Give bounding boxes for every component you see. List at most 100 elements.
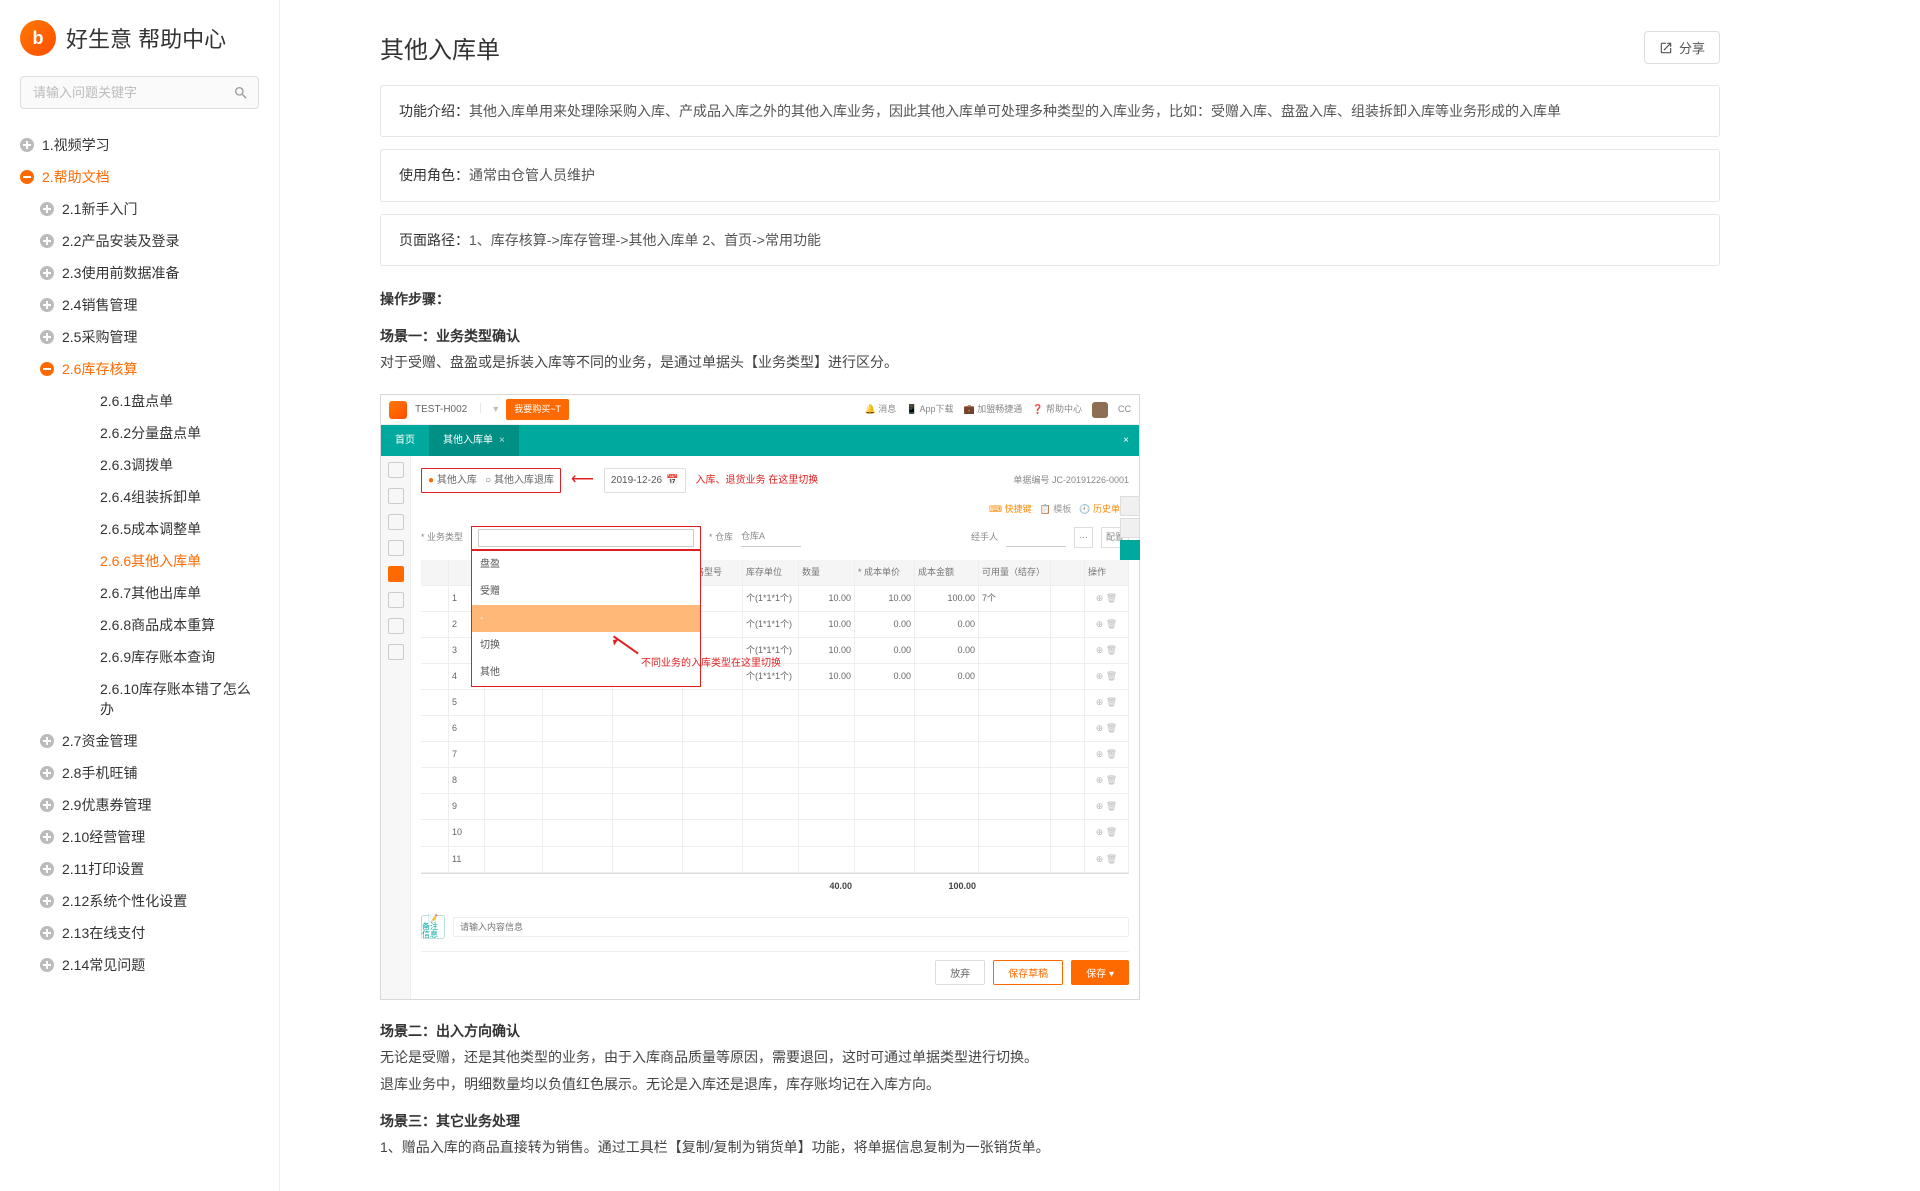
plus-icon [40, 298, 54, 312]
ss-iconbar-icon[interactable] [388, 462, 404, 478]
nav-item-2-7[interactable]: 2.7资金管理 [40, 725, 259, 757]
ss-table-totals: 40.00 100.00 [421, 873, 1129, 899]
ss-top-app[interactable]: 📱 App下载 [906, 401, 953, 418]
intro-text: 其他入库单用来处理除采购入库、产成品入库之外的其他入库业务，因此其他入库单可处理… [469, 103, 1561, 119]
ss-filter-more[interactable]: ··· [1074, 527, 1093, 548]
nav-label: 2.10经营管理 [62, 827, 145, 847]
ss-filter-person-input[interactable] [1006, 528, 1066, 546]
ss-rightbar-icon[interactable] [1120, 540, 1140, 560]
ss-biz-type-dropdown[interactable]: 盘盈 受赠 - 切换 其他 [471, 526, 701, 550]
nav-label: 2.9优惠券管理 [62, 795, 151, 815]
nav-item-2-4[interactable]: 2.4销售管理 [40, 289, 259, 321]
ss-tab-home[interactable]: 首页 [381, 425, 429, 456]
ss-iconbar-icon[interactable] [388, 592, 404, 608]
ss-tabs-close-all[interactable]: × [1113, 425, 1139, 456]
nav-leaf-2-6-6[interactable]: 2.6.6其他入库单 [60, 545, 259, 577]
plus-icon [40, 766, 54, 780]
ss-annotation-1: 入库、退货业务 在这里切换 [696, 471, 819, 490]
nav-label: 2.3使用前数据准备 [62, 263, 179, 283]
close-icon[interactable]: × [499, 435, 505, 446]
ss-content: ● 其他入库 ○ 其他入库退库 ⟵ 2019-12-26 📅 入库、退货业务 在… [411, 456, 1139, 999]
nav-item-2-10[interactable]: 2.10经营管理 [40, 821, 259, 853]
share-icon [1659, 41, 1673, 55]
nav-label: 2.1新手入门 [62, 199, 137, 219]
path-text: 1、库存核算->库存管理->其他入库单 2、首页->常用功能 [469, 232, 821, 248]
nav-item-2-3[interactable]: 2.3使用前数据准备 [40, 257, 259, 289]
ss-doc-type-toggle[interactable]: ● 其他入库 ○ 其他入库退库 [421, 468, 561, 493]
nav-item-2-11[interactable]: 2.11打印设置 [40, 853, 259, 885]
nav-item-video[interactable]: 1.视频学习 [20, 129, 259, 161]
role-text: 通常由仓管人员维护 [469, 167, 595, 183]
ss-annotation-2: 不同业务的入库类型在这里切换 [641, 654, 781, 673]
nav-item-2-13[interactable]: 2.13在线支付 [40, 917, 259, 949]
ss-iconbar-icon[interactable] [388, 488, 404, 504]
scene2-body2: 退库业务中，明细数量均以负值红色展示。无论是入库还是退库，库存账均记在入库方向。 [380, 1071, 1720, 1098]
ss-discard-button[interactable]: 放弃 [935, 960, 985, 985]
ss-top-msg[interactable]: 🔔 消息 [865, 401, 897, 418]
brand: b 好生意 帮助中心 [20, 20, 259, 56]
ss-draft-button[interactable]: 保存草稿 [993, 960, 1063, 985]
nav-leaf-2-6-2[interactable]: 2.6.2分量盘点单 [60, 417, 259, 449]
scene2-body1: 无论是受赠，还是其他类型的业务，由于入库商品质量等原因，需要退回，这时可通过单据… [380, 1044, 1720, 1071]
nav-leaf-2-6-5[interactable]: 2.6.5成本调整单 [60, 513, 259, 545]
plus-icon [40, 894, 54, 908]
nav-leaf-2-6-7[interactable]: 2.6.7其他出库单 [60, 577, 259, 609]
nav-item-2-14[interactable]: 2.14常见问题 [40, 949, 259, 981]
nav-label: 2.7资金管理 [62, 731, 137, 751]
table-row[interactable]: 9⊕ 🗑 [421, 794, 1129, 820]
ss-link-fast[interactable]: ⌨ 快捷键 [989, 501, 1032, 518]
arrow-icon [611, 634, 641, 664]
search-input[interactable] [20, 76, 259, 109]
ss-remark-input[interactable] [453, 917, 1129, 937]
nav-item-2-1[interactable]: 2.1新手入门 [40, 193, 259, 225]
nav-item-2-5[interactable]: 2.5采购管理 [40, 321, 259, 353]
ss-rightbar-icon[interactable] [1120, 518, 1140, 538]
nav-item-2-2[interactable]: 2.2产品安装及登录 [40, 225, 259, 257]
brand-logo-icon: b [20, 20, 56, 56]
ss-biz-opt[interactable]: 盘盈 [472, 551, 700, 578]
ss-biz-opt[interactable]: 受赠 [472, 578, 700, 605]
ss-iconbar-icon[interactable] [388, 514, 404, 530]
ss-iconbar-icon[interactable] [388, 540, 404, 556]
ss-iconbar-icon[interactable] [388, 644, 404, 660]
nav-leaf-2-6-8[interactable]: 2.6.8商品成本重算 [60, 609, 259, 641]
table-row[interactable]: 10⊕ 🗑 [421, 820, 1129, 846]
ss-iconbar-icon[interactable] [388, 566, 404, 582]
nav-item-2-12[interactable]: 2.12系统个性化设置 [40, 885, 259, 917]
ss-link-tpl[interactable]: 📋 模板 [1040, 501, 1072, 518]
nav-leaf-2-6-4[interactable]: 2.6.4组装拆卸单 [60, 481, 259, 513]
nav-item-2-8[interactable]: 2.8手机旺铺 [40, 757, 259, 789]
ss-biz-type-input[interactable] [478, 529, 694, 547]
ss-save-button[interactable]: 保存 ▾ [1071, 960, 1129, 985]
ss-top-biz[interactable]: 💼 加盟畅捷通 [964, 401, 1023, 418]
ss-filter-wh-value[interactable]: 仓库A [741, 528, 801, 546]
table-row[interactable]: 11⊕ 🗑 [421, 847, 1129, 873]
page-title: 其他入库单 [380, 30, 500, 65]
ss-avatar-icon[interactable] [1092, 402, 1108, 418]
table-row[interactable]: 6⊕ 🗑 [421, 716, 1129, 742]
nav-label: 2.5采购管理 [62, 327, 137, 347]
nav-leaf-2-6-1[interactable]: 2.6.1盘点单 [60, 385, 259, 417]
nav-label: 2.帮助文档 [42, 167, 110, 187]
table-row[interactable]: 7⊕ 🗑 [421, 742, 1129, 768]
nav-item-docs[interactable]: 2.帮助文档 [20, 161, 259, 193]
nav-label: 2.13在线支付 [62, 923, 145, 943]
ss-order-no: 单据编号 JC-20191226-0001 [1013, 472, 1129, 489]
scene3-title: 场景三：其它业务处理 [380, 1113, 520, 1129]
ss-rightbar-icon[interactable] [1120, 496, 1140, 516]
ss-trial-button[interactable]: 我要购买~T [506, 399, 569, 420]
ss-top-help[interactable]: ❓ 帮助中心 [1032, 401, 1082, 418]
share-button[interactable]: 分享 [1644, 31, 1720, 64]
nav-item-2-9[interactable]: 2.9优惠券管理 [40, 789, 259, 821]
table-row[interactable]: 8⊕ 🗑 [421, 768, 1129, 794]
ss-iconbar-icon[interactable] [388, 618, 404, 634]
table-row[interactable]: 5⊕ 🗑 [421, 690, 1129, 716]
nav-leaf-2-6-3[interactable]: 2.6.3调拨单 [60, 449, 259, 481]
nav-leaf-2-6-10[interactable]: 2.6.10库存账本错了怎么办 [60, 673, 259, 725]
nav-leaf-2-6-9[interactable]: 2.6.9库存账本查询 [60, 641, 259, 673]
ss-date-input[interactable]: 2019-12-26 📅 [604, 468, 686, 493]
nav-item-2-6[interactable]: 2.6库存核算 [40, 353, 259, 385]
ss-biz-opt[interactable]: - [472, 605, 700, 632]
ss-tab-doc[interactable]: 其他入库单× [429, 425, 519, 456]
ss-filter-biz-label: * 业务类型 [421, 529, 463, 546]
